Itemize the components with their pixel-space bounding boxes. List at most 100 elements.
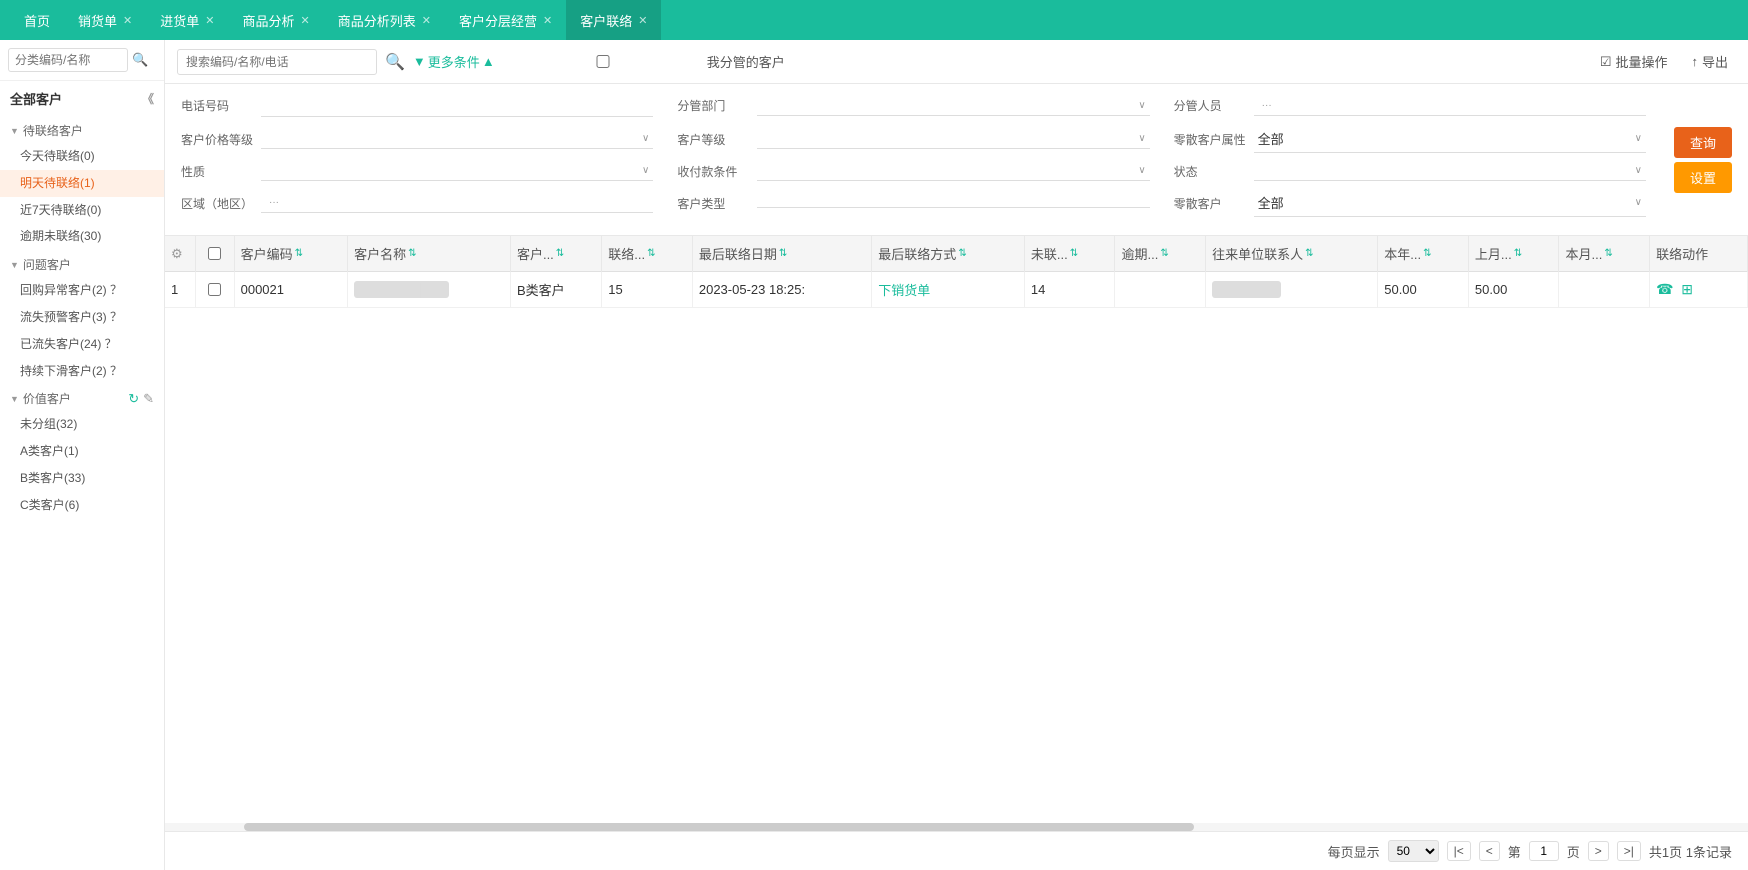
sidebar-item-tomorrow[interactable]: 明天待联络(1): [0, 170, 164, 197]
gear-icon[interactable]: ⚙: [171, 246, 183, 262]
close-customercontact-icon[interactable]: ✕: [638, 14, 647, 27]
more-conditions-button[interactable]: ▼ 更多条件 ▲: [413, 52, 495, 71]
nature-select[interactable]: ∨: [261, 161, 653, 181]
sort-icon[interactable]: ⇅: [1423, 248, 1431, 259]
last-page-button[interactable]: >|: [1617, 841, 1641, 861]
sort-icon[interactable]: ⇅: [1604, 248, 1612, 259]
col-header-action: 联络动作: [1650, 236, 1748, 272]
col-header-no-contact: 未联... ⇅: [1024, 236, 1115, 272]
nav-tab-customerlayer[interactable]: 客户分层经营 ✕: [445, 0, 566, 40]
sidebar-search-input[interactable]: [8, 48, 128, 72]
sort-icon[interactable]: ⇅: [1160, 248, 1168, 259]
page-input[interactable]: [1529, 841, 1559, 861]
sidebar-item-7days[interactable]: 近7天待联络(0): [0, 197, 164, 224]
next-page-button[interactable]: >: [1588, 841, 1609, 861]
sort-icon[interactable]: ⇅: [408, 248, 416, 259]
nav-tab-purchaseorder[interactable]: 进货单 ✕: [146, 0, 228, 40]
cell-this-month: [1559, 272, 1650, 308]
top-navigation: 首页 销货单 ✕ 进货单 ✕ 商品分析 ✕ 商品分析列表 ✕ 客户分层经营 ✕ …: [0, 0, 1748, 40]
home-nav-item[interactable]: 首页: [10, 0, 64, 40]
retail-attr-select[interactable]: 全部 ∨: [1254, 125, 1646, 153]
select-all-checkbox[interactable]: [208, 247, 221, 260]
filter-cell-retail-customer: 零散客户 全部 ∨: [1174, 189, 1646, 217]
sidebar-item-declining[interactable]: 持续下滑客户(2) ？: [0, 358, 164, 385]
prev-page-button[interactable]: <: [1479, 841, 1500, 861]
retail-customer-select[interactable]: 全部 ∨: [1254, 189, 1646, 217]
sort-icon[interactable]: ⇅: [779, 248, 787, 259]
nav-tab-productanalysislist[interactable]: 商品分析列表 ✕: [324, 0, 445, 40]
settings-button[interactable]: 设置: [1674, 162, 1732, 193]
search-button[interactable]: 🔍: [385, 52, 405, 72]
action-grid-icon[interactable]: ⊞: [1681, 281, 1693, 297]
filter-toolbar: 🔍 ▼ 更多条件 ▲ 我分管的客户 ☑ 批量操作 ↑ 导出: [165, 40, 1748, 84]
sidebar-item-ungrouped[interactable]: 未分组(32): [0, 411, 164, 438]
my-customers-checkbox[interactable]: [503, 55, 703, 68]
page-size-select[interactable]: 50 100 200: [1388, 840, 1439, 862]
my-customers-checkbox-label[interactable]: 我分管的客户: [503, 52, 785, 71]
customer-level-select[interactable]: ∨: [757, 129, 1149, 149]
query-button[interactable]: 查询: [1674, 127, 1732, 158]
col-header-last-month: 上月... ⇅: [1468, 236, 1559, 272]
phone-input[interactable]: [261, 94, 653, 117]
last-contact-method-link[interactable]: 下销货单: [878, 283, 930, 298]
cell-code: 000021: [234, 272, 347, 308]
sidebar-item-class-c[interactable]: C类客户(6): [0, 492, 164, 519]
refresh-icon[interactable]: ↻: [128, 391, 139, 407]
sidebar-item-churn-warning[interactable]: 流失预警客户(3) ？: [0, 304, 164, 331]
close-productanalysis-icon[interactable]: ✕: [301, 14, 310, 27]
all-customers-title[interactable]: 全部客户 《: [0, 81, 164, 116]
edit-icon[interactable]: ✎: [143, 391, 154, 407]
sort-icon[interactable]: ⇅: [1305, 248, 1313, 259]
col-header-overdue: 逾期... ⇅: [1115, 236, 1206, 272]
bulk-ops-button[interactable]: ☑ 批量操作: [1592, 48, 1676, 75]
close-customerlayer-icon[interactable]: ✕: [543, 14, 552, 27]
sidebar-item-churned[interactable]: 已流失客户(24) ？: [0, 331, 164, 358]
sidebar-item-class-b[interactable]: B类客户(33): [0, 465, 164, 492]
sort-icon[interactable]: ⇅: [295, 248, 303, 259]
search-input[interactable]: [177, 49, 377, 75]
dept-select[interactable]: ∨: [757, 96, 1149, 116]
col-header-no: ⚙: [165, 236, 195, 272]
sort-icon[interactable]: ⇅: [1070, 248, 1078, 259]
close-salesorder-icon[interactable]: ✕: [123, 14, 132, 27]
nav-tab-customercontact[interactable]: 客户联络 ✕: [566, 0, 661, 40]
nav-tab-productanalysis[interactable]: 商品分析 ✕: [228, 0, 323, 40]
action-phone-icon[interactable]: ☎: [1656, 281, 1673, 297]
filter-row-4: 区域（地区） ··· 客户类型 零散: [181, 189, 1646, 217]
customer-type-select[interactable]: [757, 199, 1149, 208]
status-select[interactable]: ∨: [1254, 161, 1646, 181]
dots-icon: ···: [1262, 100, 1272, 111]
region-select[interactable]: ···: [261, 193, 653, 213]
filter-cell-manager: 分管人员 ···: [1174, 96, 1646, 116]
payment-select[interactable]: ∨: [757, 161, 1149, 181]
sort-icon[interactable]: ⇅: [1514, 248, 1522, 259]
manager-select[interactable]: ···: [1254, 96, 1646, 116]
chevron-up-icon: ▲: [482, 54, 495, 69]
cell-no: 1: [165, 272, 195, 308]
cell-last-contact-date: 2023-05-23 18:25:: [692, 272, 871, 308]
filter-cell-customer-type: 客户类型: [677, 195, 1149, 212]
cell-contacts: 15: [602, 272, 693, 308]
sort-icon[interactable]: ⇅: [958, 248, 966, 259]
sidebar-item-today[interactable]: 今天待联络(0): [0, 143, 164, 170]
first-page-button[interactable]: |<: [1447, 841, 1471, 861]
sort-icon[interactable]: ⇅: [556, 248, 564, 259]
sidebar-item-class-a[interactable]: A类客户(1): [0, 438, 164, 465]
horizontal-scrollbar[interactable]: [165, 823, 1748, 831]
sidebar-search-icon[interactable]: 🔍: [132, 52, 148, 68]
close-purchaseorder-icon[interactable]: ✕: [205, 14, 214, 27]
sidebar-item-overdue[interactable]: 逾期未联络(30): [0, 223, 164, 250]
price-level-select[interactable]: ∨: [261, 129, 653, 149]
col-header-checkbox: [195, 236, 234, 272]
close-productanalysislist-icon[interactable]: ✕: [422, 14, 431, 27]
scrollbar-thumb[interactable]: [244, 823, 1194, 831]
check-icon: ☑: [1600, 54, 1612, 70]
table-header-row: ⚙ 客户编码 ⇅: [165, 236, 1748, 272]
sidebar-item-repurchase[interactable]: 回购异常客户(2) ？: [0, 277, 164, 304]
col-header-type: 客户... ⇅: [510, 236, 601, 272]
nav-tab-salesorder[interactable]: 销货单 ✕: [64, 0, 146, 40]
row-checkbox[interactable]: [208, 283, 221, 296]
sort-icon[interactable]: ⇅: [647, 248, 655, 259]
export-button[interactable]: ↑ 导出: [1683, 48, 1736, 75]
chevron-down-icon: ∨: [1138, 133, 1145, 144]
